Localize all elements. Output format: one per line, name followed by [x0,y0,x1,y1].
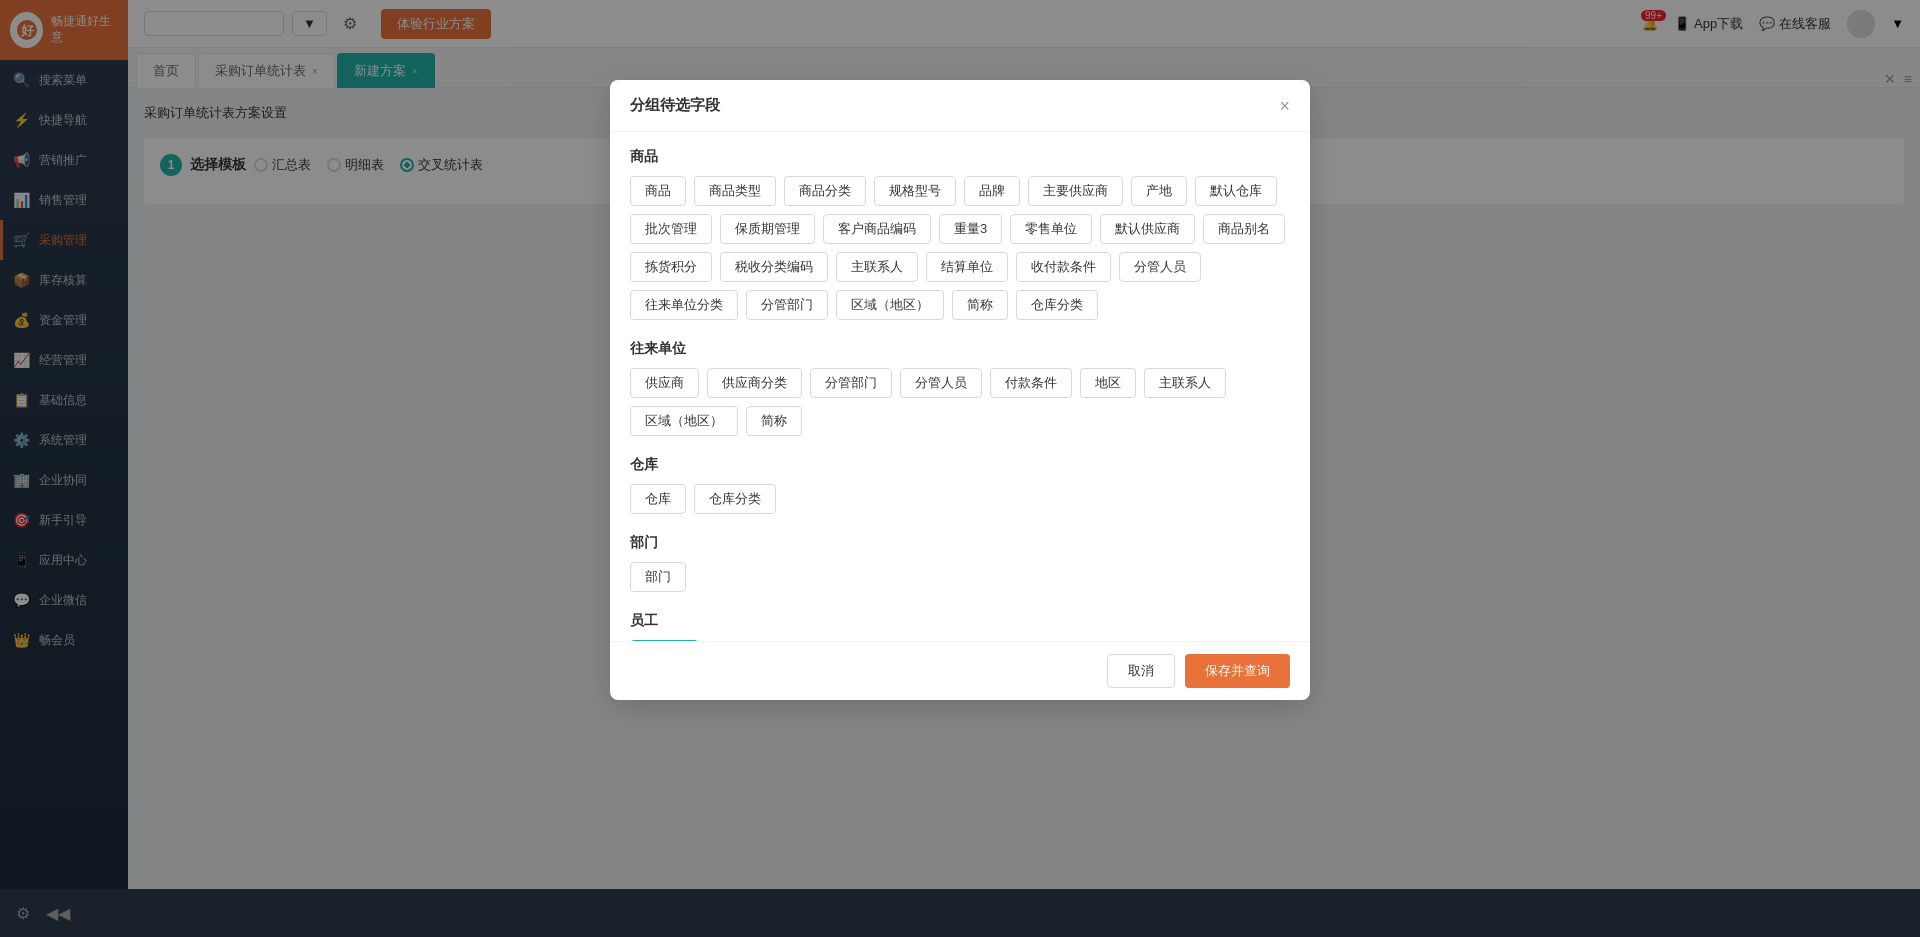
field-default-warehouse[interactable]: 默认仓库 [1195,176,1277,206]
section-warehouse-fields: 仓库 仓库分类 [630,484,1290,514]
field-mgmt-dept[interactable]: 分管部门 [746,290,828,320]
field-warehouse-cat[interactable]: 仓库分类 [694,484,776,514]
field-main-supplier[interactable]: 主要供应商 [1028,176,1123,206]
section-employee-title: 员工 [630,612,1290,630]
field-default-supplier[interactable]: 默认供应商 [1100,214,1195,244]
field-short-name2[interactable]: 简称 [746,406,802,436]
field-origin[interactable]: 产地 [1131,176,1187,206]
field-retail-unit[interactable]: 零售单位 [1010,214,1092,244]
section-employee: 员工 业务员 [630,612,1290,641]
field-manager[interactable]: 分管人员 [1119,252,1201,282]
section-department: 部门 部门 [630,534,1290,592]
modal-header: 分组待选字段 × [610,80,1310,132]
field-payment-terms[interactable]: 收付款条件 [1016,252,1111,282]
cancel-button[interactable]: 取消 [1107,654,1175,688]
section-product: 商品 商品 商品类型 商品分类 规格型号 品牌 主要供应商 产地 默认仓库 批次… [630,148,1290,320]
field-goods-type[interactable]: 商品类型 [694,176,776,206]
section-product-title: 商品 [630,148,1290,166]
modal-dialog: 分组待选字段 × 商品 商品 商品类型 商品分类 规格型号 品牌 主要供应商 产… [610,80,1310,700]
field-main-contact2[interactable]: 主联系人 [1144,368,1226,398]
field-supplier-category[interactable]: 供应商分类 [707,368,802,398]
field-goods-category[interactable]: 商品分类 [784,176,866,206]
modal-close-icon[interactable]: × [1279,97,1290,115]
field-goods[interactable]: 商品 [630,176,686,206]
field-source-unit-category[interactable]: 往来单位分类 [630,290,738,320]
field-mgmt-person[interactable]: 分管人员 [900,368,982,398]
confirm-button[interactable]: 保存并查询 [1185,654,1290,688]
field-main-contact[interactable]: 主联系人 [836,252,918,282]
field-validity-mgmt[interactable]: 保质期管理 [720,214,815,244]
field-region[interactable]: 地区 [1080,368,1136,398]
field-tax-code[interactable]: 税收分类编码 [720,252,828,282]
modal-title: 分组待选字段 [630,96,720,115]
section-counterparty: 往来单位 供应商 供应商分类 分管部门 分管人员 付款条件 地区 主联系人 区域… [630,340,1290,436]
field-supplier[interactable]: 供应商 [630,368,699,398]
section-counterparty-title: 往来单位 [630,340,1290,358]
field-settlement-unit[interactable]: 结算单位 [926,252,1008,282]
section-warehouse: 仓库 仓库 仓库分类 [630,456,1290,514]
field-goods-alias[interactable]: 商品别名 [1203,214,1285,244]
field-payment-condition[interactable]: 付款条件 [990,368,1072,398]
field-spec-type[interactable]: 规格型号 [874,176,956,206]
field-area-region[interactable]: 区域（地区） [836,290,944,320]
section-warehouse-title: 仓库 [630,456,1290,474]
modal-footer: 取消 保存并查询 [610,641,1310,700]
field-short-name[interactable]: 简称 [952,290,1008,320]
field-weight3[interactable]: 重量3 [939,214,1002,244]
modal-body: 商品 商品 商品类型 商品分类 规格型号 品牌 主要供应商 产地 默认仓库 批次… [610,132,1310,641]
field-pick-score[interactable]: 拣货积分 [630,252,712,282]
modal-overlay: 分组待选字段 × 商品 商品 商品类型 商品分类 规格型号 品牌 主要供应商 产… [0,0,1920,937]
field-area2[interactable]: 区域（地区） [630,406,738,436]
field-warehouse-category[interactable]: 仓库分类 [1016,290,1098,320]
field-dept[interactable]: 部门 [630,562,686,592]
field-brand[interactable]: 品牌 [964,176,1020,206]
field-mgmt-dept2[interactable]: 分管部门 [810,368,892,398]
section-department-fields: 部门 [630,562,1290,592]
section-counterparty-fields: 供应商 供应商分类 分管部门 分管人员 付款条件 地区 主联系人 区域（地区） … [630,368,1290,436]
section-product-fields: 商品 商品类型 商品分类 规格型号 品牌 主要供应商 产地 默认仓库 批次管理 … [630,176,1290,320]
field-warehouse[interactable]: 仓库 [630,484,686,514]
field-batch-mgmt[interactable]: 批次管理 [630,214,712,244]
field-customer-code[interactable]: 客户商品编码 [823,214,931,244]
section-department-title: 部门 [630,534,1290,552]
